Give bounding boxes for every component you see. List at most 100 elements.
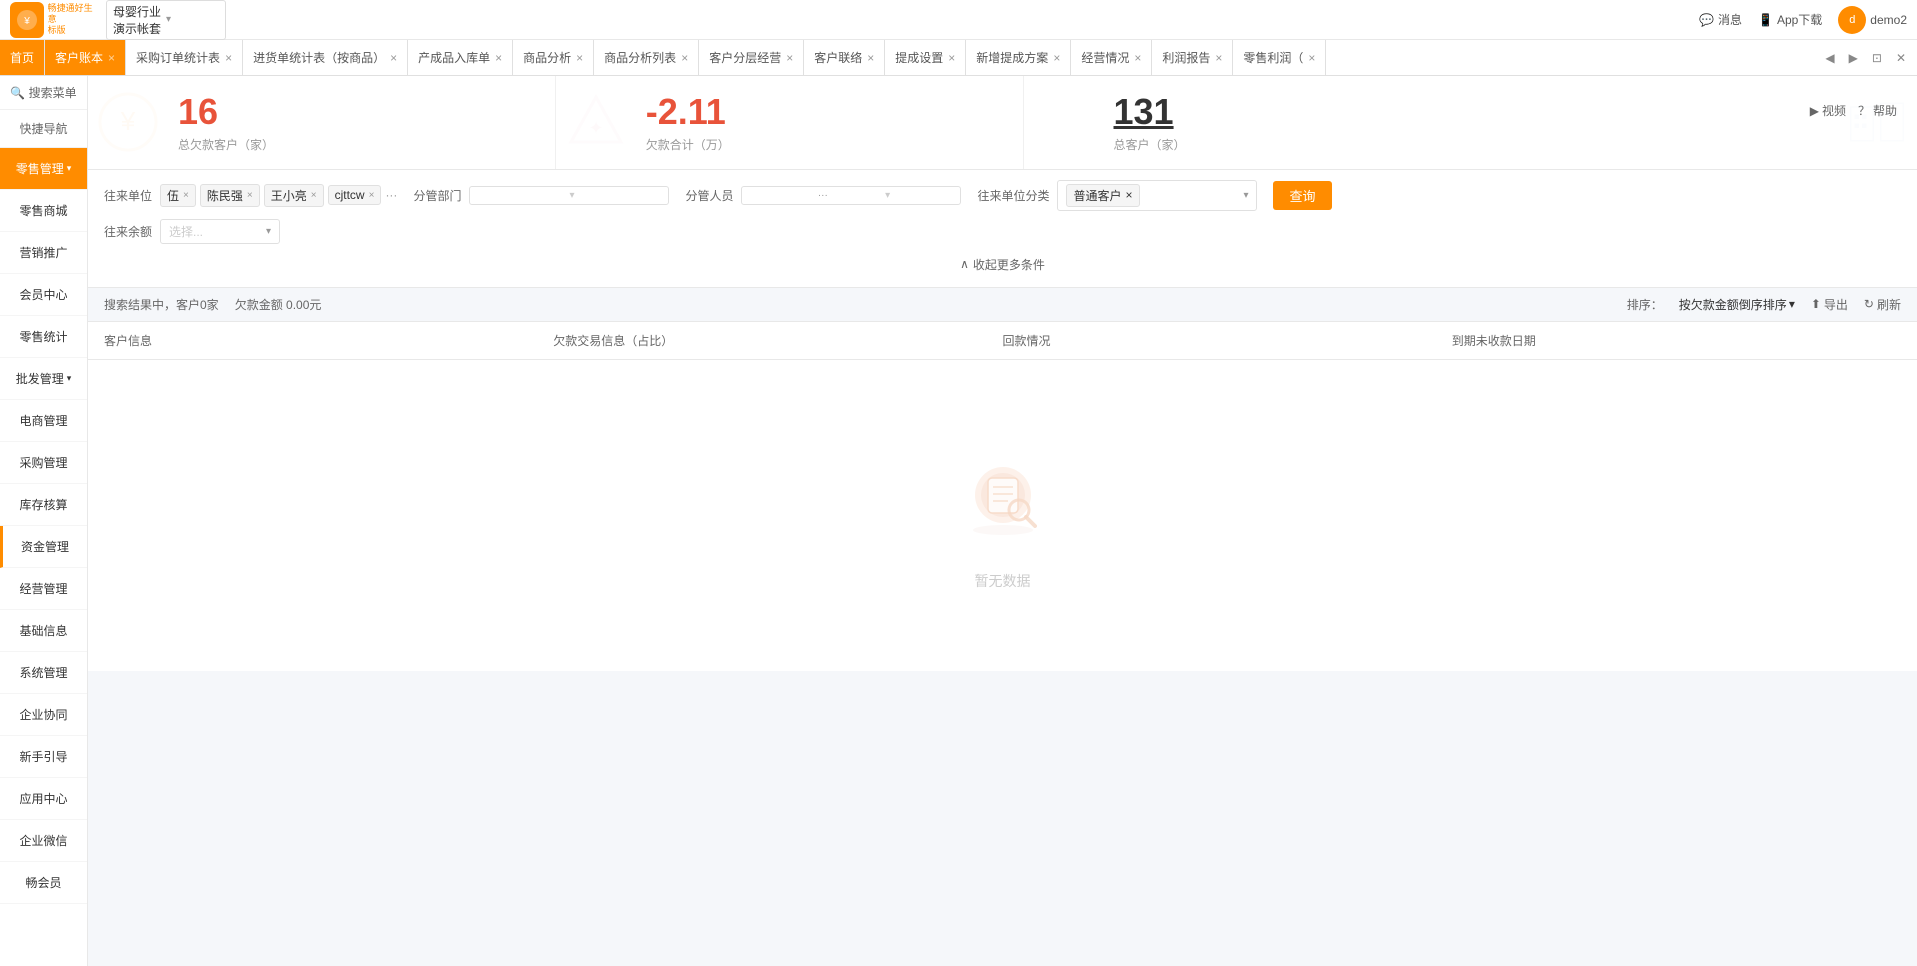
close-tab-new-promotion[interactable]: × — [1053, 51, 1060, 65]
tab-customer-contact[interactable]: 客户联络 × — [804, 40, 885, 76]
unit-filter-tags: 伍 × 陈民强 × 王小亮 × cjttcw × ··· — [160, 184, 397, 207]
close-tab-customer-tier[interactable]: × — [786, 51, 793, 65]
tab-profit-report[interactable]: 利润报告 × — [1152, 40, 1233, 76]
close-tab-profit[interactable]: × — [1215, 51, 1222, 65]
sidebar-item-retail-stats[interactable]: 零售统计 — [0, 316, 87, 358]
tab-customer-tier[interactable]: 客户分层经营 × — [699, 40, 804, 76]
tab-product-analysis[interactable]: 商品分析 × — [513, 40, 594, 76]
sidebar-item-member[interactable]: 会员中心 — [0, 274, 87, 316]
result-bar: 搜索结果中，客户0家 欠款金额 0.00元 排序： 按欠款金额倒序排序 ▾ ⬆ … — [88, 288, 1917, 322]
search-result-text: 搜索结果中，客户0家 — [104, 296, 219, 313]
tab-new-promotion[interactable]: 新增提成方案 × — [966, 40, 1071, 76]
chevron-down-icon: ▾ — [67, 163, 72, 174]
close-tab-customer-contact[interactable]: × — [867, 51, 874, 65]
sidebar-item-operations[interactable]: 经营管理 — [0, 568, 87, 610]
sidebar-item-wechat[interactable]: 企业微信 — [0, 820, 87, 862]
filter-area: 往来单位 伍 × 陈民强 × 王小亮 × cjttcw — [88, 170, 1917, 288]
dept-filter-label: 分管部门 — [413, 187, 461, 204]
sidebar-item-ecommerce[interactable]: 电商管理 — [0, 400, 87, 442]
query-button[interactable]: 查询 — [1273, 181, 1331, 210]
sidebar-item-marketing[interactable]: 营销推广 — [0, 232, 87, 274]
close-tab-customers[interactable]: × — [108, 51, 115, 65]
sidebar-item-app-center[interactable]: 应用中心 — [0, 778, 87, 820]
sidebar-item-system[interactable]: 系统管理 — [0, 652, 87, 694]
tab-home[interactable]: 首页 — [0, 40, 45, 76]
tab-purchase-orders[interactable]: 采购订单统计表 × — [126, 40, 243, 76]
sidebar-item-inventory[interactable]: 库存核算 — [0, 484, 87, 526]
tab-promotion-settings[interactable]: 提成设置 × — [885, 40, 966, 76]
total-customers-value: 16 — [178, 92, 274, 132]
sidebar-item-premium[interactable]: 畅会员 — [0, 862, 87, 904]
tab-close-all[interactable]: ✕ — [1891, 49, 1911, 67]
close-tab-promotion[interactable]: × — [948, 51, 955, 65]
user-avatar[interactable]: d demo2 — [1838, 6, 1907, 34]
tab-scroll-right[interactable]: ▶ — [1844, 49, 1863, 67]
debt-total-value: -2.11 — [646, 92, 730, 132]
remove-category-normal[interactable]: × — [1126, 188, 1133, 202]
close-tab-incoming[interactable]: × — [390, 51, 397, 65]
summary-cards: ¥ 16 总欠款客户（家） ✦ -2.11 欠款合计（ — [88, 76, 1917, 170]
all-customers-value: 131 — [1114, 92, 1186, 132]
avatar-icon: d — [1838, 6, 1866, 34]
sidebar-item-basic-info[interactable]: 基础信息 — [0, 610, 87, 652]
sidebar-item-guide[interactable]: 新手引导 — [0, 736, 87, 778]
remove-unit-wu[interactable]: × — [183, 190, 189, 201]
tab-scroll-left[interactable]: ◀ — [1820, 49, 1839, 67]
logo-icon: ¥ — [10, 2, 44, 38]
summary-card-debt: ✦ -2.11 欠款合计（万） — [556, 76, 1024, 169]
card-icon-building — [1847, 92, 1907, 152]
sidebar-item-enterprise[interactable]: 企业协同 — [0, 694, 87, 736]
sidebar-quick-nav[interactable]: 快捷导航 — [0, 110, 87, 148]
sidebar-search[interactable]: 🔍 搜索菜单 — [0, 76, 87, 110]
close-tab-business[interactable]: × — [1134, 51, 1141, 65]
svg-text:¥: ¥ — [23, 16, 30, 27]
refresh-icon: ↻ — [1864, 297, 1874, 311]
sort-select[interactable]: 按欠款金额倒序排序 ▾ — [1679, 296, 1795, 313]
person-filter-select[interactable]: ··· ▾ — [741, 186, 961, 205]
tab-restore[interactable]: ⊡ — [1867, 49, 1887, 67]
sort-chevron-icon: ▾ — [1789, 297, 1795, 311]
message-button[interactable]: 💬 消息 — [1699, 11, 1742, 28]
unit-filter-more[interactable]: ··· — [385, 188, 397, 202]
dept-filter-select[interactable]: ▾ — [469, 186, 669, 205]
balance-filter-label: 往来余额 — [104, 223, 152, 240]
summary-card-total-customers: 131 总客户（家） ▶ 视频 ？ 帮助 — [1024, 76, 1917, 169]
remove-unit-cjttcw[interactable]: × — [369, 190, 375, 201]
tab-nav-buttons: ◀ ▶ ⊡ ✕ — [1820, 49, 1917, 67]
sidebar-item-capital[interactable]: 资金管理 — [0, 526, 87, 568]
sidebar-item-purchase[interactable]: 采购管理 — [0, 442, 87, 484]
tab-product-inbound[interactable]: 产成品入库单 × — [408, 40, 513, 76]
collapse-filters-button[interactable]: ∧ 收起更多条件 — [948, 252, 1057, 277]
sidebar-item-retail-mgmt[interactable]: 零售管理 ▾ — [0, 148, 87, 190]
total-customers-label: 总欠款客户（家） — [178, 136, 274, 153]
tab-retail-profit[interactable]: 零售利润（ × — [1233, 40, 1326, 76]
card-icon-yuan: ¥ — [98, 92, 158, 152]
export-button[interactable]: ⬆ 导出 — [1811, 296, 1848, 313]
balance-filter-select[interactable]: 选择... ▾ — [160, 219, 280, 244]
close-tab-product-analysis-list[interactable]: × — [681, 51, 688, 65]
svg-text:✦: ✦ — [588, 118, 603, 138]
close-tab-retail-profit[interactable]: × — [1308, 51, 1315, 65]
tab-product-analysis-list[interactable]: 商品分析列表 × — [594, 40, 699, 76]
content-area: ¥ 16 总欠款客户（家） ✦ -2.11 欠款合计（ — [88, 76, 1917, 966]
all-customers-label: 总客户（家） — [1114, 136, 1186, 153]
tab-incoming-stats[interactable]: 进货单统计表（按商品） × — [243, 40, 408, 76]
col-header-customer: 客户信息 — [104, 332, 553, 349]
sidebar-item-wholesale[interactable]: 批发管理 ▾ — [0, 358, 87, 400]
close-tab-inbound[interactable]: × — [495, 51, 502, 65]
sort-label: 排序： — [1627, 296, 1663, 313]
close-tab-purchase[interactable]: × — [225, 51, 232, 65]
empty-text: 暂无数据 — [975, 571, 1031, 591]
refresh-button[interactable]: ↻ 刷新 — [1864, 296, 1901, 313]
video-button[interactable]: ▶ 视频 — [1810, 102, 1846, 119]
tab-business-status[interactable]: 经营情况 × — [1071, 40, 1152, 76]
app-download-button[interactable]: 📱 App下载 — [1758, 11, 1822, 28]
sidebar-item-retail-mall[interactable]: 零售商城 — [0, 190, 87, 232]
account-select[interactable]: 母婴行业演示帐套 ▾ — [106, 0, 226, 40]
svg-text:¥: ¥ — [120, 106, 136, 136]
category-filter[interactable]: 普通客户 × ▾ — [1057, 180, 1257, 211]
tab-customers[interactable]: 客户账本 × — [45, 40, 126, 76]
close-tab-product-analysis[interactable]: × — [576, 51, 583, 65]
remove-unit-chen[interactable]: × — [247, 190, 253, 201]
remove-unit-wang[interactable]: × — [311, 190, 317, 201]
